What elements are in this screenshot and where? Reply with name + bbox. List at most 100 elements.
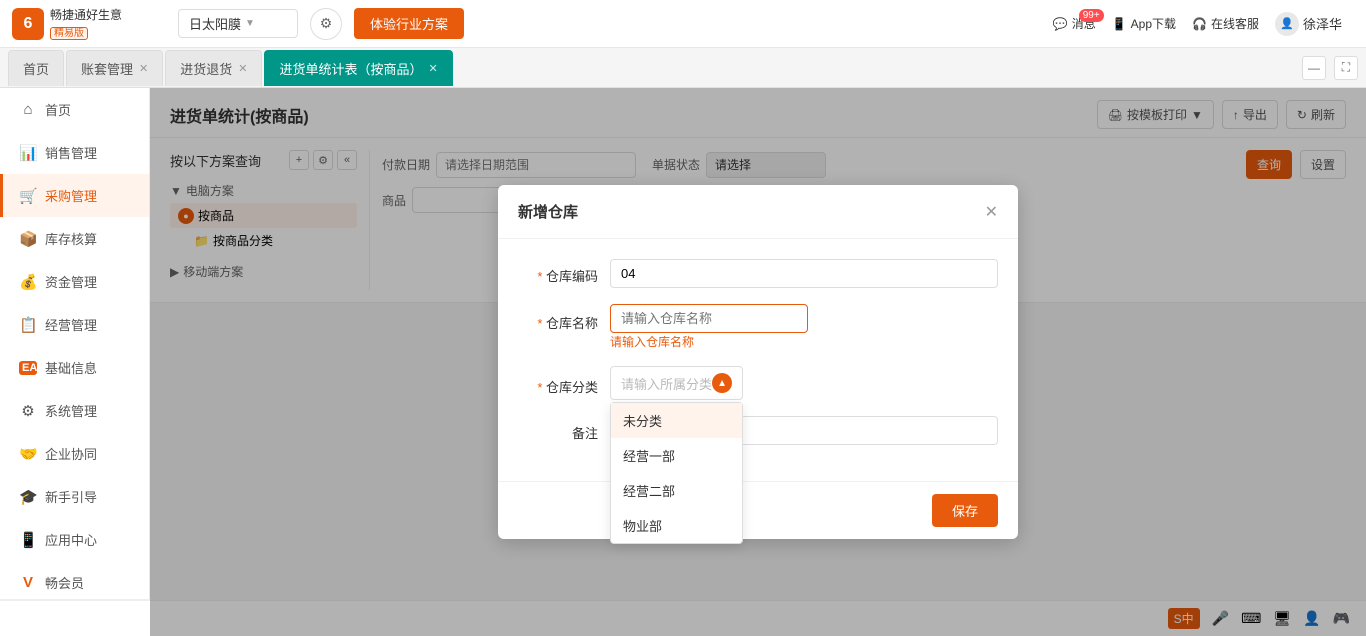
- guide-icon: 🎓: [19, 488, 37, 506]
- dropdown-item-uncategorized[interactable]: 未分类: [611, 403, 742, 438]
- logo-area: 6 畅捷通好生意 精易版: [12, 8, 162, 40]
- sidebar-item-home[interactable]: ⌂ 首页: [0, 88, 149, 131]
- sidebar-item-basics-label: 基础信息: [45, 358, 97, 377]
- user-name: 徐泽华: [1303, 14, 1342, 33]
- finance-icon: 💰: [19, 273, 37, 291]
- settings-icon[interactable]: ⚙: [310, 8, 342, 40]
- tab-stats-label: 进货单统计表（按商品）: [279, 59, 422, 78]
- modal-header: 新增仓库 ✕: [498, 185, 1018, 239]
- name-field-label: 仓库名称: [518, 306, 598, 332]
- sidebar-item-cooperation[interactable]: 🤝 企业协同: [0, 432, 149, 475]
- online-service-item[interactable]: 🎧 在线客服: [1192, 15, 1259, 32]
- store-chevron-icon: ▼: [245, 18, 255, 29]
- sidebar-item-system-label: 系统管理: [45, 401, 97, 420]
- tab-expand-button[interactable]: ⛶: [1334, 56, 1358, 80]
- sidebar-item-finance[interactable]: 💰 资金管理: [0, 260, 149, 303]
- sales-icon: 📊: [19, 144, 37, 162]
- tab-return[interactable]: 进货退货 ✕: [165, 50, 262, 86]
- tab-bar-actions: — ⛶: [1302, 56, 1358, 80]
- main-layout: ⌂ 首页 📊 销售管理 🛒 采购管理 📦 库存核算 💰 资金管理 📋 经营管理 …: [0, 88, 1366, 636]
- tab-home[interactable]: 首页: [8, 50, 64, 86]
- tab-return-close-icon[interactable]: ✕: [238, 62, 247, 75]
- category-field-label: 仓库分类: [518, 370, 598, 396]
- code-form-row: 仓库编码: [518, 259, 998, 288]
- category-placeholder: 请输入所属分类: [621, 374, 712, 393]
- basics-icon: EA: [19, 361, 37, 375]
- user-avatar-icon: 👤: [1275, 12, 1299, 36]
- dropdown-item-dept1[interactable]: 经营一部: [611, 438, 742, 473]
- online-service-label: 在线客服: [1211, 15, 1259, 32]
- header-right: 💬 消息 99+ 📱 App下载 🎧 在线客服 👤 徐泽华: [1053, 12, 1354, 36]
- dropdown-item-property[interactable]: 物业部: [611, 508, 742, 543]
- headset-icon: 🎧: [1192, 17, 1207, 31]
- sidebar-item-sales[interactable]: 📊 销售管理: [0, 131, 149, 174]
- sidebar-item-inventory-label: 库存核算: [45, 229, 97, 248]
- name-error-message: 请输入仓库名称: [610, 335, 694, 349]
- notification-badge: 99+: [1079, 9, 1104, 22]
- sidebar-item-apps[interactable]: 📱 应用中心: [0, 518, 149, 561]
- modal-close-button[interactable]: ✕: [985, 202, 998, 222]
- sidebar-item-vip-label: 畅会员: [45, 573, 84, 592]
- logo-icon: 6: [12, 8, 44, 40]
- message-icon: 💬: [1053, 17, 1068, 31]
- category-dropdown-trigger[interactable]: 请输入所属分类 ▲: [610, 366, 743, 400]
- sidebar-item-cooperation-label: 企业协同: [45, 444, 97, 463]
- header-center: 日太阳膜 ▼ ⚙ 体验行业方案: [162, 8, 1053, 40]
- user-item[interactable]: 👤 徐泽华: [1275, 12, 1342, 36]
- modal-footer: 保存: [498, 481, 1018, 539]
- code-field-label: 仓库编码: [518, 259, 598, 285]
- sidebar-item-system[interactable]: ⚙ 系统管理: [0, 389, 149, 432]
- category-dropdown-wrap: 请输入所属分类 ▲ 未分类 经营一部 经营二部 物业部: [610, 366, 743, 400]
- system-icon: ⚙: [19, 402, 37, 420]
- inventory-icon: 📦: [19, 230, 37, 248]
- logo-name: 畅捷通好生意: [50, 8, 122, 24]
- modal-save-button[interactable]: 保存: [932, 494, 998, 527]
- name-input-row: 仓库名称: [518, 304, 808, 333]
- tab-home-label: 首页: [23, 59, 49, 78]
- sidebar-item-apps-label: 应用中心: [45, 530, 97, 549]
- note-field-label: 备注: [518, 416, 598, 442]
- sidebar-item-operations-label: 经营管理: [45, 315, 97, 334]
- dropdown-item-dept2[interactable]: 经营二部: [611, 473, 742, 508]
- app-download-item[interactable]: 📱 App下载: [1112, 15, 1176, 32]
- category-input-row: 仓库分类 请输入所属分类 ▲ 未分类 经营一部 经营二部: [518, 366, 743, 400]
- category-form-row: 仓库分类 请输入所属分类 ▲ 未分类 经营一部 经营二部: [518, 366, 998, 400]
- top-header: 6 畅捷通好生意 精易版 日太阳膜 ▼ ⚙ 体验行业方案 💬 消息 99+ 📱 …: [0, 0, 1366, 48]
- modal-body: 仓库编码 仓库名称 请输入仓库名称: [498, 239, 1018, 481]
- sidebar-item-guide[interactable]: 🎓 新手引导: [0, 475, 149, 518]
- category-chevron-icon: ▲: [712, 373, 732, 393]
- sidebar-item-basics[interactable]: EA 基础信息: [0, 346, 149, 389]
- app-download-label: App下载: [1131, 15, 1176, 32]
- trial-button[interactable]: 体验行业方案: [354, 8, 464, 39]
- sidebar-item-vip[interactable]: V 畅会员: [0, 561, 149, 604]
- tab-account-close-icon[interactable]: ✕: [139, 62, 148, 75]
- vip-icon: V: [19, 574, 37, 591]
- store-name: 日太阳膜: [189, 14, 241, 33]
- tab-return-label: 进货退货: [180, 59, 232, 78]
- content-area: 进货单统计(按商品) 🖨 按模板打印 ▼ ↑ 导出 ↻ 刷新: [150, 88, 1366, 636]
- code-input[interactable]: [610, 259, 998, 288]
- cooperation-icon: 🤝: [19, 445, 37, 463]
- tab-stats-close-icon[interactable]: ✕: [429, 62, 438, 75]
- store-selector[interactable]: 日太阳膜 ▼: [178, 9, 298, 38]
- apps-icon: 📱: [19, 531, 37, 549]
- sidebar-item-inventory[interactable]: 📦 库存核算: [0, 217, 149, 260]
- mobile-icon: 📱: [1112, 17, 1127, 31]
- name-input[interactable]: [610, 304, 808, 333]
- tab-account[interactable]: 账套管理 ✕: [66, 50, 163, 86]
- sidebar-item-sales-label: 销售管理: [45, 143, 97, 162]
- sidebar-item-finance-label: 资金管理: [45, 272, 97, 291]
- sidebar: ⌂ 首页 📊 销售管理 🛒 采购管理 📦 库存核算 💰 资金管理 📋 经营管理 …: [0, 88, 150, 636]
- sidebar-item-home-label: 首页: [45, 100, 71, 119]
- message-item[interactable]: 💬 消息 99+: [1053, 15, 1096, 32]
- tab-stats[interactable]: 进货单统计表（按商品） ✕: [264, 50, 452, 86]
- sidebar-item-purchase[interactable]: 🛒 采购管理: [0, 174, 149, 217]
- name-error-wrap: 请输入仓库名称: [610, 333, 694, 350]
- modal-title: 新增仓库: [518, 201, 578, 222]
- modal-new-warehouse: 新增仓库 ✕ 仓库编码 仓库名称: [498, 185, 1018, 539]
- tab-minimize-button[interactable]: —: [1302, 56, 1326, 80]
- modal-overlay: 新增仓库 ✕ 仓库编码 仓库名称: [150, 88, 1366, 636]
- tab-account-label: 账套管理: [81, 59, 133, 78]
- logo-badge: 精易版: [50, 27, 88, 40]
- sidebar-item-operations[interactable]: 📋 经营管理: [0, 303, 149, 346]
